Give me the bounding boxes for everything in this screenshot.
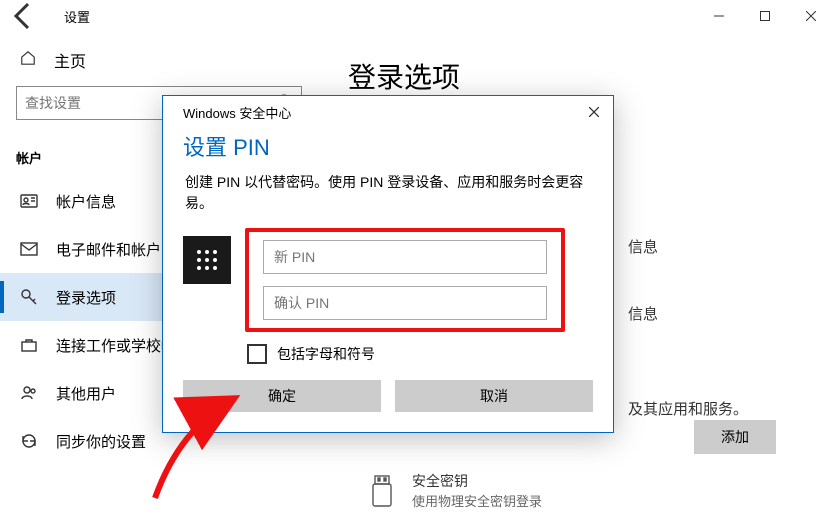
dialog-close-button[interactable]	[583, 101, 605, 123]
keypad-icon	[183, 236, 231, 284]
nav-label: 连接工作或学校帐	[56, 335, 176, 356]
cancel-button[interactable]: 取消	[395, 380, 593, 412]
security-key-item[interactable]: 安全密钥 使用物理安全密钥登录	[412, 471, 542, 510]
nav-label: 帐户信息	[56, 191, 116, 212]
home-icon	[20, 50, 36, 71]
ok-button[interactable]: 确定	[183, 380, 381, 412]
maximize-button[interactable]	[742, 0, 788, 32]
item-sub: 使用物理安全密钥登录	[412, 491, 542, 510]
partial-text: 信息	[608, 230, 834, 263]
window-title: 设置	[64, 7, 90, 26]
nav-label: 其他用户	[56, 383, 116, 404]
key-icon	[20, 288, 38, 306]
add-button[interactable]: 添加	[694, 420, 776, 454]
nav-label: 登录选项	[56, 287, 116, 308]
briefcase-icon	[20, 336, 38, 354]
nav-label: 同步你的设置	[56, 431, 146, 452]
nav-home-label: 主页	[54, 48, 86, 72]
page-title: 登录选项	[348, 56, 834, 96]
item-title: 安全密钥	[412, 473, 468, 489]
minimize-button[interactable]	[696, 0, 742, 32]
pin-dialog: Windows 安全中心 设置 PIN 创建 PIN 以代替密码。使用 PIN …	[162, 95, 614, 433]
dialog-title: Windows 安全中心	[183, 103, 291, 122]
sync-icon	[20, 432, 38, 450]
mail-icon	[20, 240, 38, 258]
person-card-icon	[20, 192, 38, 210]
new-pin-input[interactable]	[263, 240, 547, 274]
usb-key-icon	[368, 473, 396, 509]
close-button[interactable]	[788, 0, 834, 32]
confirm-pin-input[interactable]	[263, 286, 547, 320]
pin-fields-highlight	[245, 228, 565, 332]
nav-home[interactable]: 主页	[0, 40, 334, 80]
checkbox-label: 包括字母和符号	[277, 344, 375, 364]
people-icon	[20, 384, 38, 402]
include-letters-checkbox[interactable]	[247, 344, 267, 364]
nav-label: 电子邮件和帐户	[56, 239, 161, 260]
dialog-body: 创建 PIN 以代替密码。使用 PIN 登录设备、应用和服务时会更容易。	[163, 170, 613, 228]
back-button[interactable]	[8, 0, 40, 32]
partial-text: 信息	[608, 297, 834, 330]
dialog-heading: 设置 PIN	[163, 128, 613, 170]
